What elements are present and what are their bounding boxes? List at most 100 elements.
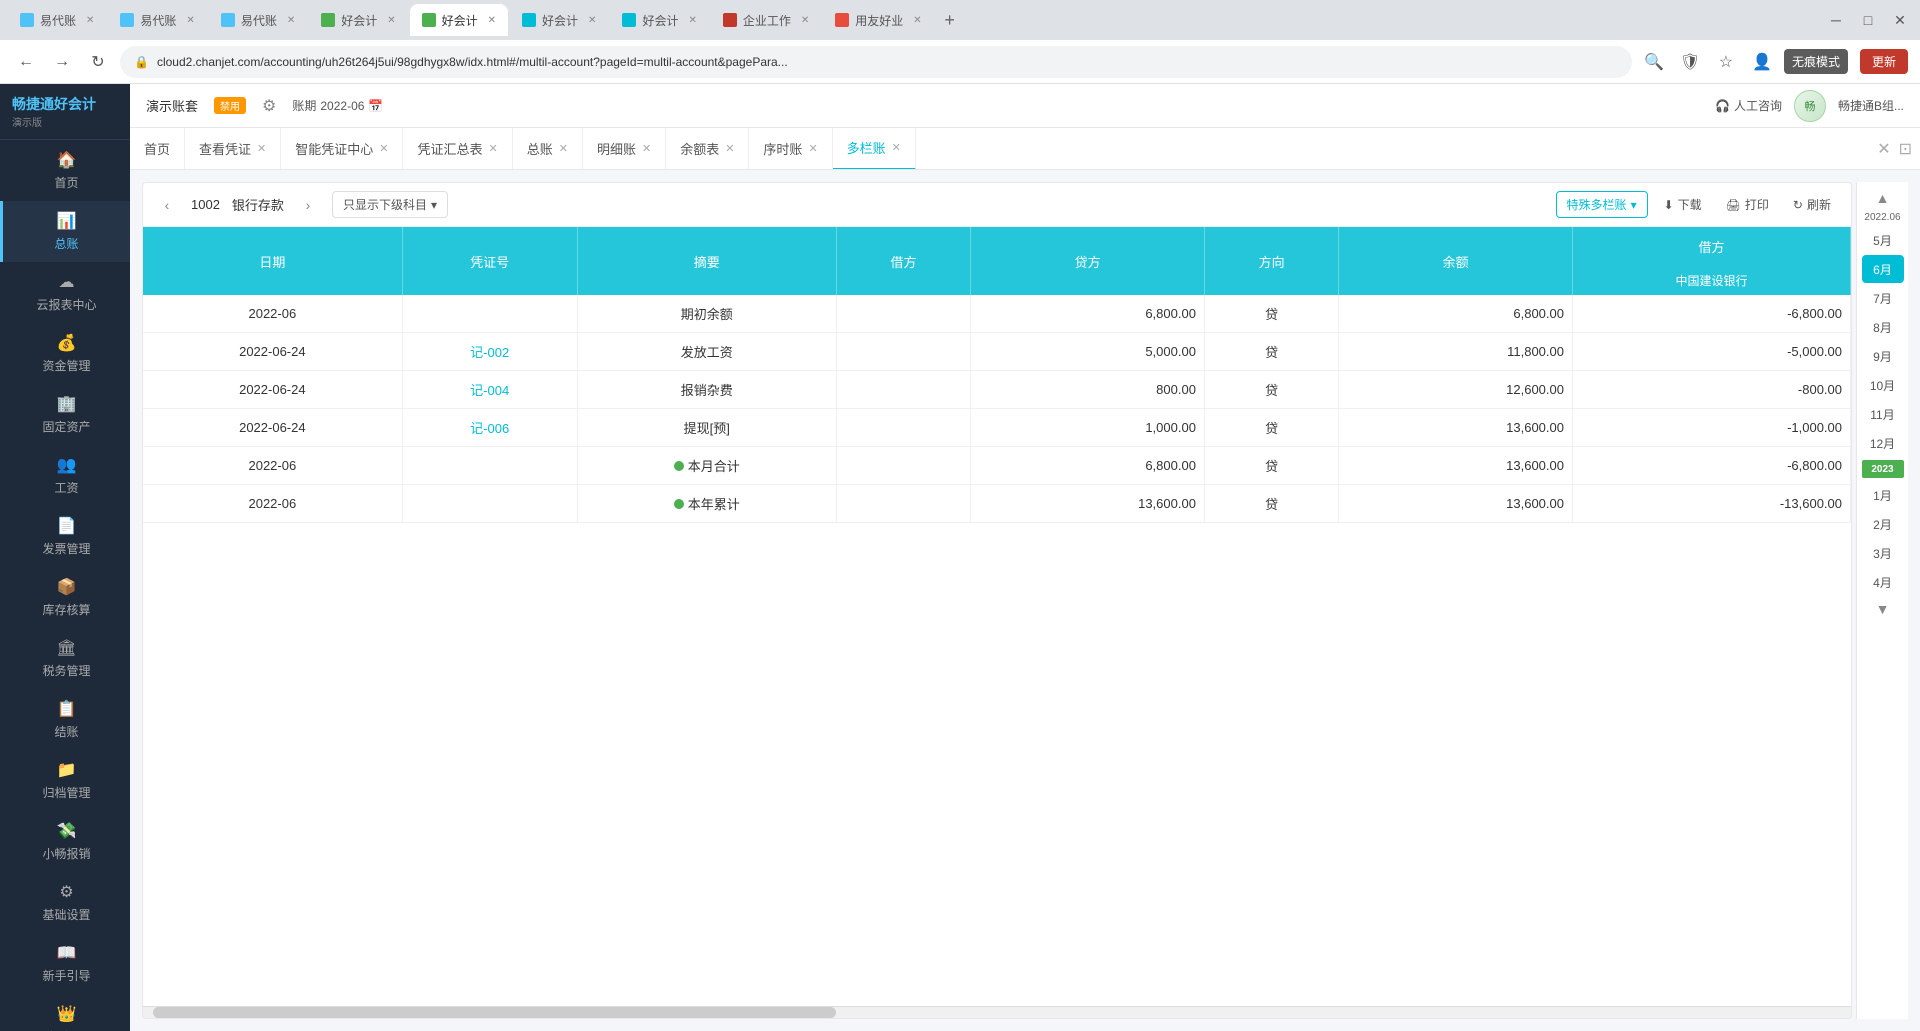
sidebar-item-inventory[interactable]: 📦 库存核算 [0, 567, 130, 628]
tab-close-1[interactable]: ✕ [86, 15, 94, 26]
calendar-month-item[interactable]: 2月 [1862, 510, 1904, 538]
sidebar-item-cloud-report[interactable]: ☁ 云报表中心 [0, 262, 130, 323]
tab-close-view-voucher[interactable]: ✕ [257, 142, 266, 155]
tab-journal[interactable]: 序时账 ✕ [749, 128, 832, 170]
browser-tab-9[interactable]: 用友好业 ✕ [823, 4, 933, 36]
table-row: 2022-06-24记-004报销杂费800.00贷12,600.00-800.… [143, 371, 1851, 409]
tab-balance[interactable]: 余额表 ✕ [666, 128, 749, 170]
profile-icon[interactable]: 👤 [1748, 48, 1776, 76]
tab-close-balance[interactable]: ✕ [725, 142, 734, 155]
sidebar-item-settings[interactable]: ⚙ 基础设置 [0, 872, 130, 933]
calendar-month-item[interactable]: 1月 [1862, 481, 1904, 509]
tab-detailed-ledger[interactable]: 明细账 ✕ [583, 128, 666, 170]
sidebar-item-home[interactable]: 🏠 首页 [0, 140, 130, 201]
sidebar-item-ledger[interactable]: 📊 总账 [0, 201, 130, 262]
col-direction: 方向 [1204, 227, 1338, 295]
calendar-scroll-up[interactable]: ▲ [1871, 186, 1895, 210]
scrollbar-thumb[interactable] [153, 1007, 836, 1018]
calendar-months-2023: 1月2月3月4月 [1862, 480, 1904, 597]
browser-tab-4[interactable]: 好会计 ✕ [309, 4, 407, 36]
cloud-icon: ☁ [59, 272, 75, 292]
address-bar[interactable]: 🔒 cloud2.chanjet.com/accounting/uh26t264… [120, 46, 1632, 78]
calendar-icon[interactable]: 📅 [368, 99, 383, 113]
browser-tab-7[interactable]: 好会计 ✕ [610, 4, 708, 36]
prev-account-button[interactable]: ‹ [155, 193, 179, 217]
sidebar-item-payroll[interactable]: 👥 工资 [0, 445, 130, 506]
shield-icon[interactable]: 🛡 [1676, 48, 1704, 76]
calendar-month-item[interactable]: 10月 [1862, 371, 1904, 399]
no-trace-button[interactable]: 无痕模式 [1784, 49, 1848, 74]
minimize-button[interactable]: ─ [1824, 8, 1848, 32]
browser-tab-8[interactable]: 企业工作 ✕ [711, 4, 821, 36]
sidebar-item-fixed-assets[interactable]: 🏢 固定资产 [0, 384, 130, 445]
service-button[interactable]: 🎧 人工咨询 [1715, 97, 1782, 114]
search-icon[interactable]: 🔍 [1640, 48, 1668, 76]
update-button[interactable]: 更新 [1860, 49, 1908, 74]
tab-close-general-ledger[interactable]: ✕ [559, 142, 568, 155]
sidebar-item-expense[interactable]: 💸 小畅报销 [0, 811, 130, 872]
tab-general-ledger[interactable]: 总账 ✕ [513, 128, 583, 170]
browser-tab-3[interactable]: 易代账 ✕ [209, 4, 307, 36]
sidebar-item-guide[interactable]: 📖 新手引导 [0, 933, 130, 994]
calendar-month-item[interactable]: 9月 [1862, 342, 1904, 370]
calendar-month-item[interactable]: 5月 [1862, 226, 1904, 254]
account-settings-icon[interactable]: ⚙ [262, 96, 276, 116]
tab-close-6[interactable]: ✕ [588, 15, 596, 26]
tab-voucher-summary[interactable]: 凭证汇总表 ✕ [403, 128, 512, 170]
tab-close-9[interactable]: ✕ [913, 15, 921, 26]
next-account-button[interactable]: › [296, 193, 320, 217]
tab-close-3[interactable]: ✕ [287, 15, 295, 26]
calendar-month-item[interactable]: 8月 [1862, 313, 1904, 341]
horizontal-scrollbar[interactable] [143, 1006, 1851, 1018]
tab-close-2[interactable]: ✕ [186, 15, 194, 26]
tab-expand-icon[interactable]: ⊡ [1899, 139, 1912, 159]
print-button[interactable]: 🖨 打印 [1718, 192, 1777, 217]
forward-button[interactable]: → [48, 48, 76, 76]
browser-tab-2[interactable]: 易代账 ✕ [108, 4, 206, 36]
browser-toolbar: 🔍 🛡 ☆ 👤 无痕模式 更新 [1640, 48, 1908, 76]
sidebar-item-tax[interactable]: 🏛 税务管理 [0, 628, 130, 689]
page-tab-bar: 首页 查看凭证 ✕ 智能凭证中心 ✕ 凭证汇总表 ✕ 总账 ✕ 明细账 ✕ [130, 128, 1920, 170]
tab-close-4[interactable]: ✕ [387, 15, 395, 26]
tab-close-detailed-ledger[interactable]: ✕ [642, 142, 651, 155]
calendar-scroll-down[interactable]: ▼ [1871, 597, 1895, 621]
calendar-month-item[interactable]: 7月 [1862, 284, 1904, 312]
calendar-month-item[interactable]: 6月 [1862, 255, 1904, 283]
sidebar-item-archive[interactable]: 📁 归档管理 [0, 750, 130, 811]
refresh-button[interactable]: ↻ 刷新 [1785, 192, 1839, 217]
tab-close-5[interactable]: ✕ [488, 15, 496, 26]
expense-icon: 💸 [57, 821, 77, 841]
calendar-month-item[interactable]: 11月 [1862, 400, 1904, 428]
tab-view-voucher[interactable]: 查看凭证 ✕ [185, 128, 281, 170]
ledger-icon: 📊 [57, 211, 77, 231]
browser-tab-6[interactable]: 好会计 ✕ [510, 4, 608, 36]
calendar-month-item[interactable]: 3月 [1862, 539, 1904, 567]
special-multi-col-button[interactable]: 特殊多栏账 ▾ [1556, 191, 1648, 218]
sidebar-item-member[interactable]: 👑 畅会员 [0, 994, 130, 1031]
sidebar-item-invoice[interactable]: 📄 发票管理 [0, 506, 130, 567]
tab-close-voucher-summary[interactable]: ✕ [489, 142, 498, 155]
tab-home[interactable]: 首页 [130, 128, 185, 170]
browser-tab-5[interactable]: 好会计 ✕ [410, 4, 508, 36]
tab-close-all-icon[interactable]: ✕ [1877, 139, 1890, 159]
close-button[interactable]: ✕ [1888, 8, 1912, 32]
browser-tab-1[interactable]: 易代账 ✕ [8, 4, 106, 36]
back-button[interactable]: ← [12, 48, 40, 76]
sidebar-item-funds[interactable]: 💰 资金管理 [0, 323, 130, 384]
new-tab-button[interactable]: + [936, 6, 964, 34]
filter-dropdown[interactable]: 只显示下级科目 ▾ [332, 191, 448, 218]
maximize-button[interactable]: □ [1856, 8, 1880, 32]
tab-smart-voucher[interactable]: 智能凭证中心 ✕ [281, 128, 403, 170]
tab-multi-column[interactable]: 多栏账 ✕ [833, 128, 916, 170]
tab-close-8[interactable]: ✕ [801, 15, 809, 26]
tab-close-multi-column[interactable]: ✕ [892, 141, 901, 154]
tab-close-journal[interactable]: ✕ [808, 142, 817, 155]
download-button[interactable]: ⬇ 下载 [1656, 192, 1710, 217]
tab-close-7[interactable]: ✕ [688, 15, 696, 26]
sidebar-item-close-period[interactable]: 📋 结账 [0, 689, 130, 750]
tab-close-smart-voucher[interactable]: ✕ [379, 142, 388, 155]
calendar-month-item[interactable]: 12月 [1862, 429, 1904, 457]
reload-button[interactable]: ↻ [84, 48, 112, 76]
calendar-month-item[interactable]: 4月 [1862, 568, 1904, 596]
star-icon[interactable]: ☆ [1712, 48, 1740, 76]
